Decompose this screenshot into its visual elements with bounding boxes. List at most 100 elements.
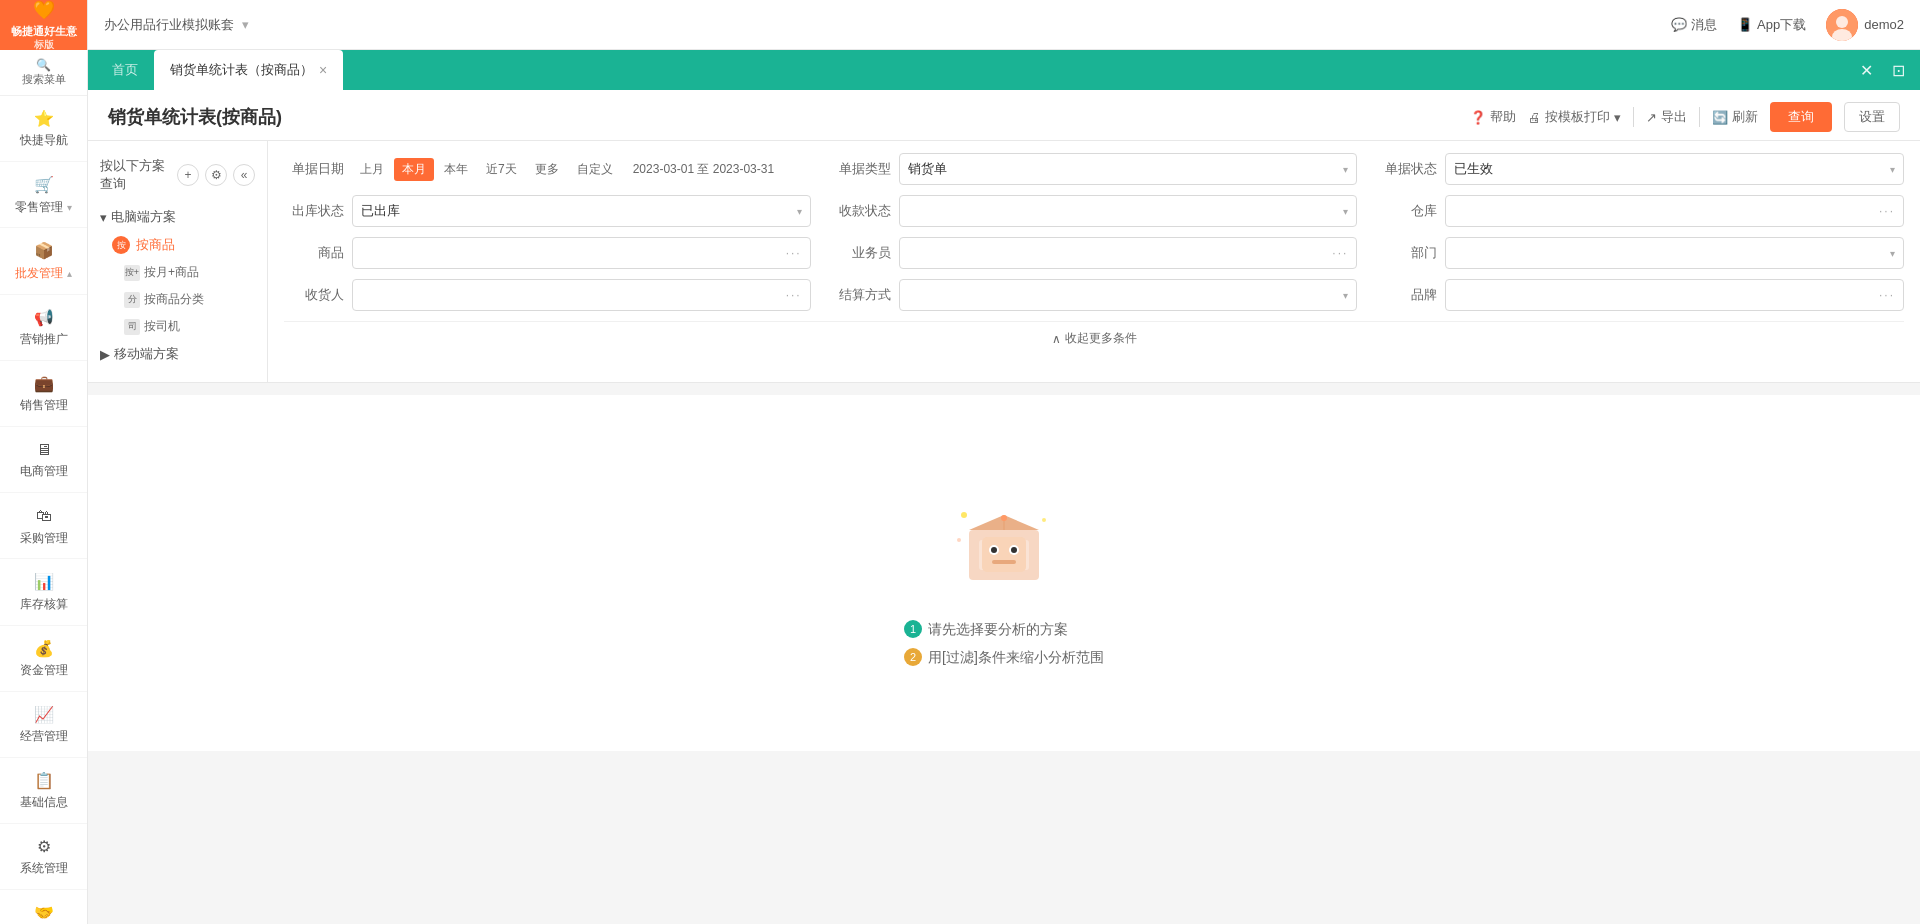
receipt-status-control[interactable]: ▾	[899, 195, 1358, 227]
order-status-control[interactable]: 已生效 ▾	[1445, 153, 1904, 185]
scheme-by-driver[interactable]: 司 按司机	[88, 313, 267, 340]
sub-driver-icon: 司	[124, 319, 140, 335]
sales-label: 销售管理	[20, 398, 68, 412]
empty-state: 1 请先选择要分析的方案 2 用[过滤]条件来缩小分析范围	[88, 395, 1920, 751]
department-label: 部门	[1377, 244, 1437, 262]
recipient-label: 收货人	[284, 286, 344, 304]
query-btn[interactable]: 查询	[1770, 102, 1832, 132]
scheme-by-product[interactable]: 按 按商品	[88, 231, 267, 259]
tab-maximize-btn[interactable]: ⊡	[1884, 56, 1912, 84]
wholesale-icon: 📦	[4, 240, 83, 262]
date-tab-last-month[interactable]: 上月	[352, 158, 392, 181]
tab-close-all-btn[interactable]: ✕	[1852, 56, 1880, 84]
settlement-control[interactable]: ▾	[899, 279, 1358, 311]
svg-point-10	[1011, 547, 1017, 553]
print-icon: 🖨	[1528, 110, 1541, 125]
retail-nav-item[interactable]: 🛒 零售管理 ▾	[0, 162, 87, 228]
sales-nav-item[interactable]: 💼 销售管理	[0, 361, 87, 427]
date-tabs: 上月 本月 本年 近7天	[352, 158, 621, 181]
settings-scheme-btn[interactable]: ⚙	[205, 164, 227, 186]
collapse-sidebar-icon: «	[241, 168, 248, 182]
collapse-sidebar-btn[interactable]: «	[233, 164, 255, 186]
divider	[88, 383, 1920, 391]
order-type-control[interactable]: 销货单 ▾	[899, 153, 1358, 185]
tab-sales-report[interactable]: 销货单统计表（按商品） ×	[154, 50, 343, 90]
inventory-nav-item[interactable]: 📊 库存核算	[0, 559, 87, 625]
search-icon: 🔍	[36, 58, 51, 72]
scheme-by-product-icon: 按	[112, 236, 130, 254]
print-dropdown-arrow[interactable]: ▾	[1614, 110, 1621, 125]
app-download-btn[interactable]: 📱 App下载	[1737, 16, 1806, 34]
mobile-scheme-group[interactable]: ▶ 移动端方案	[88, 340, 267, 368]
add-icon: +	[184, 168, 191, 182]
out-status-control[interactable]: 已出库 ▾	[352, 195, 811, 227]
marketing-label: 营销推广	[20, 332, 68, 346]
scheme-by-category[interactable]: 分 按商品分类	[88, 286, 267, 313]
finance-label: 资金管理	[20, 663, 68, 677]
industry-dropdown-arrow[interactable]: ▾	[242, 17, 249, 32]
retail-arrow: ▾	[67, 202, 72, 213]
system-label: 系统管理	[20, 861, 68, 875]
system-icon: ⚙	[4, 836, 83, 858]
operations-nav-item[interactable]: 📈 经营管理	[0, 692, 87, 758]
wholesale-nav-item[interactable]: 📦 批发管理 ▴	[0, 228, 87, 294]
purchase-nav-item[interactable]: 🛍 采购管理	[0, 493, 87, 559]
collapse-arrow-icon: ∧	[1052, 332, 1061, 346]
scheme-by-month-product[interactable]: 按+ 按月+商品	[88, 259, 267, 286]
retail-icon: 🛒	[4, 174, 83, 196]
date-tab-7days[interactable]: 近7天	[478, 158, 525, 181]
brand-control[interactable]: ···	[1445, 279, 1904, 311]
recipient-control[interactable]: ···	[352, 279, 811, 311]
print-btn[interactable]: 🖨 按模板打印 ▾	[1528, 108, 1621, 126]
date-tab-custom[interactable]: 自定义	[569, 158, 621, 181]
svg-rect-6	[982, 537, 1026, 572]
quick-nav-item[interactable]: ⭐ 快捷导航	[0, 96, 87, 162]
basic-nav-item[interactable]: 📋 基础信息	[0, 758, 87, 824]
filter-area: 按以下方案查询 + ⚙ « ▾	[88, 141, 1920, 383]
settings-btn[interactable]: 设置	[1844, 102, 1900, 132]
warehouse-control[interactable]: ···	[1445, 195, 1904, 227]
filter-row-1: 单据日期 上月 本月 本年	[284, 153, 1904, 185]
add-scheme-btn[interactable]: +	[177, 164, 199, 186]
system-nav-item[interactable]: ⚙ 系统管理	[0, 824, 87, 890]
filter-date: 单据日期 上月 本月 本年	[284, 158, 811, 181]
sub-month-icon: 按+	[124, 265, 140, 281]
message-btn[interactable]: 💬 消息	[1671, 16, 1717, 34]
operations-label: 经营管理	[20, 729, 68, 743]
tab-home[interactable]: 首页	[96, 50, 154, 90]
date-tab-this-year[interactable]: 本年	[436, 158, 476, 181]
page-header: 销货单统计表(按商品) ❓ 帮助 🖨 按模板打印 ▾ ↗ 导出	[88, 90, 1920, 141]
basic-label: 基础信息	[20, 795, 68, 809]
marketing-nav-item[interactable]: 📢 营销推广	[0, 295, 87, 361]
svg-point-1	[1836, 16, 1848, 28]
user-profile-btn[interactable]: demo2	[1826, 9, 1904, 41]
desktop-group-arrow: ▾	[100, 210, 107, 225]
product-label: 商品	[284, 244, 344, 262]
help-label: 帮助	[1490, 108, 1516, 126]
date-label: 单据日期	[284, 160, 344, 178]
page-content: 销货单统计表(按商品) ❓ 帮助 🖨 按模板打印 ▾ ↗ 导出	[88, 90, 1920, 924]
export-icon: ↗	[1646, 110, 1657, 125]
help-btn[interactable]: ❓ 帮助	[1470, 108, 1516, 126]
export-btn[interactable]: ↗ 导出	[1646, 108, 1687, 126]
settlement-arrow: ▾	[1343, 290, 1348, 301]
finance-nav-item[interactable]: 💰 资金管理	[0, 626, 87, 692]
search-menu-item[interactable]: 🔍 搜索菜单	[0, 50, 87, 96]
avatar-image	[1826, 9, 1858, 41]
logo-text: 畅捷通好生意	[11, 24, 77, 38]
salesperson-control[interactable]: ···	[899, 237, 1358, 269]
date-tab-this-month[interactable]: 本月	[394, 158, 434, 181]
collapse-filter-btn[interactable]: ∧ 收起更多条件	[284, 321, 1904, 355]
department-control[interactable]: ▾	[1445, 237, 1904, 269]
date-tab-more[interactable]: 更多	[527, 158, 567, 181]
brand-dots: ···	[1879, 288, 1895, 302]
scheme-by-product-label: 按商品	[136, 236, 175, 254]
product-control[interactable]: ···	[352, 237, 811, 269]
collab-nav-item[interactable]: 🤝 企业协同	[0, 890, 87, 924]
purchase-label: 采购管理	[20, 531, 68, 545]
refresh-btn[interactable]: 🔄 刷新	[1712, 108, 1758, 126]
desktop-scheme-group[interactable]: ▾ 电脑端方案	[88, 203, 267, 231]
tab-close-icon[interactable]: ×	[319, 63, 327, 77]
finance-icon: 💰	[4, 638, 83, 660]
ecommerce-nav-item[interactable]: 🖥 电商管理	[0, 427, 87, 493]
